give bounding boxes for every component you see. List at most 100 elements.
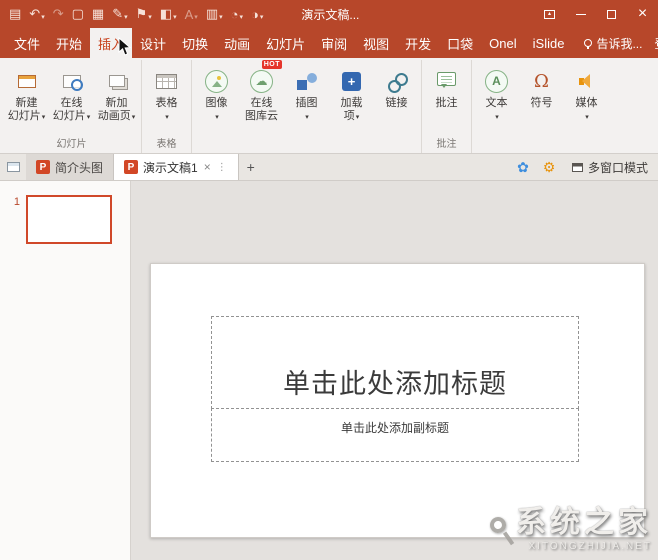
tell-me-box[interactable]: 告诉我...: [578, 28, 648, 58]
new-slide-button[interactable]: 新建 幻灯片: [4, 60, 49, 124]
comment-icon: [437, 72, 456, 88]
addins-button[interactable]: 加载项: [329, 60, 374, 124]
hot-badge: HOT: [261, 60, 282, 69]
flag-button[interactable]: ⚑: [132, 2, 156, 26]
illustrations-button[interactable]: 插图: [284, 60, 329, 124]
format-brush-button[interactable]: ✎: [108, 2, 131, 26]
save-icon[interactable]: ▤: [5, 2, 25, 26]
plugin-button[interactable]: ✿: [510, 154, 536, 180]
multi-window-mode-button[interactable]: 多窗口模式: [562, 154, 658, 180]
ribbon-display-options-button[interactable]: [534, 0, 565, 28]
tab-options-icon[interactable]: ⋮: [217, 162, 228, 173]
addins-icon: [342, 71, 361, 91]
tab-onekey[interactable]: Onel: [481, 28, 524, 58]
ribbon-group-table: 表格 表格: [141, 60, 191, 153]
quick-access-toolbar: ▤ ↶ ↷ ▢ ▦ ✎ ⚑ ◧ A ▥ ◔ ◑: [0, 2, 267, 26]
links-button[interactable]: 链接: [374, 60, 419, 110]
keyboard-button[interactable]: ▦: [88, 2, 108, 26]
button-label: 文本: [486, 97, 508, 124]
slide-thumbnail-row: 1: [0, 195, 130, 244]
chevron-down-icon: [123, 7, 128, 22]
chevron-down-icon: [147, 7, 152, 22]
slide-canvas[interactable]: 单击此处添加标题 单击此处添加副标题: [150, 263, 645, 538]
fill-color-icon: ◧: [159, 6, 173, 21]
ribbon-group-text-symbols-media: 文本 符号 媒体: [471, 60, 611, 153]
media-button[interactable]: 媒体: [564, 60, 609, 124]
tab-developer[interactable]: 开发: [397, 28, 439, 58]
group-label-table: 表格: [156, 139, 177, 150]
ppt-file-icon: P: [124, 160, 139, 174]
tab-slideshow[interactable]: 幻灯片: [258, 28, 313, 58]
table-button[interactable]: 表格: [144, 60, 189, 124]
redo-button[interactable]: ↷: [49, 2, 68, 26]
ribbon-group-slides: 新建幻灯片 在线幻灯片 新加动画页 幻灯片: [2, 60, 141, 153]
omega-symbol-icon: [534, 71, 549, 92]
image-icon: [205, 69, 228, 93]
lightbulb-icon: [584, 39, 593, 49]
redo-icon: ↷: [52, 6, 64, 21]
tab-file[interactable]: 文件: [6, 28, 48, 58]
font-color-button[interactable]: A: [181, 2, 202, 26]
new-tab-button[interactable]: [239, 154, 263, 180]
button-label: 批注: [435, 97, 458, 109]
title-placeholder[interactable]: 单击此处添加标题: [211, 316, 579, 409]
tell-me-label: 告诉我...: [596, 36, 643, 51]
symbols-button[interactable]: 符号: [519, 60, 564, 110]
online-slides-button[interactable]: 在线 幻灯片: [49, 60, 94, 124]
shape-mode-button[interactable]: ◔: [227, 2, 247, 26]
close-icon: [638, 6, 647, 22]
settings-button[interactable]: ⚙: [536, 154, 562, 180]
editing-canvas: 单击此处添加标题 单击此处添加副标题 系统之家 XITONGZHIJIA.NET: [131, 181, 658, 560]
document-tab-active[interactable]: P 演示文稿1 ⋮: [114, 154, 239, 180]
document-tab-label: 简介头图: [55, 160, 104, 175]
group-label-comments: 批注: [436, 139, 457, 150]
tabbar-spacer: [263, 154, 510, 180]
new-file-button[interactable]: ▢: [68, 2, 88, 26]
tab-animations[interactable]: 动画: [216, 28, 258, 58]
chevron-down-icon: [131, 110, 136, 122]
cloud-gallery-icon: [250, 69, 273, 93]
new-slide-icon: [17, 74, 36, 88]
illustrations-icon: [296, 71, 318, 92]
slide-thumbnail[interactable]: [26, 195, 112, 244]
close-button[interactable]: [627, 0, 658, 28]
ribbon-group-comments: 批注 批注: [421, 60, 471, 153]
workspace-button[interactable]: [0, 154, 26, 180]
tab-design[interactable]: 设计: [132, 28, 174, 58]
button-label: 新加 动画页: [98, 97, 136, 124]
format-brush-icon: ✎: [112, 6, 124, 21]
workspace-icon: [6, 162, 20, 172]
slide-thumbnail-panel: 1: [0, 181, 131, 560]
tab-home[interactable]: 开始: [48, 28, 90, 58]
tab-view[interactable]: 视图: [355, 28, 397, 58]
document-tab-intro[interactable]: P 简介头图: [26, 154, 115, 180]
flag-icon: ⚑: [135, 6, 148, 21]
images-button[interactable]: 图像: [194, 60, 239, 124]
maximize-button[interactable]: [596, 0, 627, 28]
tab-pocket[interactable]: 口袋: [439, 28, 481, 58]
fill-color-button[interactable]: ◧: [156, 2, 181, 26]
button-label: 链接: [385, 97, 408, 109]
comment-button[interactable]: 批注: [424, 60, 469, 110]
document-tab-bar: P 简介头图 P 演示文稿1 ⋮ ✿ ⚙ 多窗口模式: [0, 154, 658, 181]
subtitle-placeholder[interactable]: 单击此处添加副标题: [211, 408, 579, 462]
minimize-button[interactable]: [565, 0, 596, 28]
tab-review[interactable]: 审阅: [313, 28, 355, 58]
tab-islide[interactable]: iSlide: [525, 28, 573, 58]
gear-icon: ⚙: [542, 158, 556, 175]
undo-button[interactable]: ↶: [25, 2, 48, 26]
sign-in-button[interactable]: 登录: [648, 35, 658, 52]
button-label: 符号: [530, 97, 553, 109]
close-tab-icon[interactable]: [203, 160, 212, 174]
speaker-icon: [576, 71, 598, 91]
chevron-down-icon: [218, 7, 223, 22]
button-label: 在线 图库云: [245, 97, 278, 122]
text-box-button[interactable]: 文本: [474, 60, 519, 124]
tab-transitions[interactable]: 切换: [174, 28, 216, 58]
theme-button[interactable]: ◑: [247, 2, 267, 26]
save-glyph: ▤: [9, 6, 22, 21]
online-gallery-button[interactable]: HOT 在线图库云: [239, 60, 284, 123]
paste-button[interactable]: ▥: [202, 2, 227, 26]
window-title: 演示文稿...: [301, 7, 360, 22]
new-animation-page-button[interactable]: 新加 动画页: [94, 60, 139, 124]
